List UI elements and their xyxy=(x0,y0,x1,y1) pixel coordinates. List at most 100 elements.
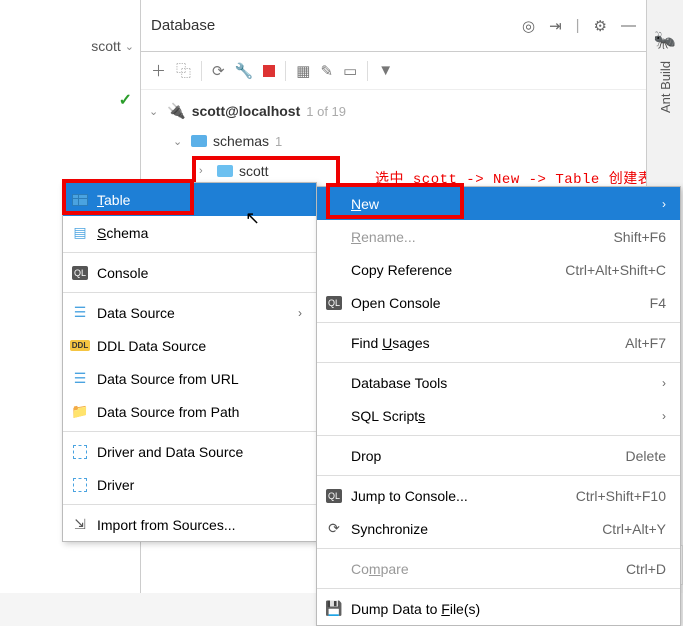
menu-label: Data Source xyxy=(97,305,290,321)
shortcut: Ctrl+Alt+Y xyxy=(602,521,666,537)
blank-icon xyxy=(325,334,343,352)
menu-separator xyxy=(63,252,316,253)
console-icon: QL xyxy=(326,296,342,310)
chevron-down-icon: ⌄ xyxy=(149,105,161,118)
menu-data-source-url[interactable]: ☰ Data Source from URL xyxy=(63,362,316,395)
menu-copy-reference[interactable]: Copy Reference Ctrl+Alt+Shift+C xyxy=(317,253,680,286)
table-icon[interactable]: ▦ xyxy=(296,62,310,80)
menu-find-usages[interactable]: Find Usages Alt+F7 xyxy=(317,326,680,359)
menu-separator xyxy=(317,548,680,549)
menu-rename: Rename... Shift+F6 xyxy=(317,220,680,253)
menu-label: SQL Scripts xyxy=(351,408,654,424)
driver-icon xyxy=(73,478,87,492)
menu-label: DDL Data Source xyxy=(97,338,302,354)
chevron-down-icon: ⌄ xyxy=(173,135,185,148)
target-icon[interactable]: ◎ xyxy=(522,17,535,35)
left-tab-scott[interactable]: scott ⌄ xyxy=(91,38,134,54)
menu-open-console[interactable]: QL Open Console F4 xyxy=(317,286,680,319)
panel-title: Database xyxy=(151,17,215,34)
menu-schema[interactable]: ▤ Schema xyxy=(63,216,316,249)
menu-sql-scripts[interactable]: SQL Scripts › xyxy=(317,399,680,432)
menu-driver-data-source[interactable]: Driver and Data Source xyxy=(63,435,316,468)
ant-build-label[interactable]: Ant Build xyxy=(658,61,673,113)
separator xyxy=(201,61,202,81)
menu-label: Dump Data to File(s) xyxy=(351,601,666,617)
chevron-right-icon: › xyxy=(662,197,666,211)
left-tab-label: scott xyxy=(91,38,121,54)
separator xyxy=(367,61,368,81)
blank-icon xyxy=(325,195,343,213)
chevron-right-icon: › xyxy=(298,306,302,320)
menu-label: Data Source from URL xyxy=(97,371,302,387)
menu-data-source[interactable]: ☰ Data Source › xyxy=(63,296,316,329)
blank-icon xyxy=(325,374,343,392)
menu-separator xyxy=(63,431,316,432)
tree-schemas[interactable]: ⌄ schemas 1 xyxy=(149,126,646,156)
menu-console[interactable]: QL Console xyxy=(63,256,316,289)
menu-drop[interactable]: Drop Delete xyxy=(317,439,680,472)
menu-label: Import from Sources... xyxy=(97,517,302,533)
schema-label: scott xyxy=(239,163,269,179)
sql-icon[interactable]: ▭ xyxy=(343,62,357,80)
menu-import-sources[interactable]: ⇲ Import from Sources... xyxy=(63,508,316,541)
menu-separator xyxy=(317,435,680,436)
chevron-down-icon: ⌄ xyxy=(125,40,134,53)
tree-connection[interactable]: ⌄ 🔌 scott@localhost 1 of 19 xyxy=(149,96,646,126)
menu-new[interactable]: New › xyxy=(317,187,680,220)
save-icon: 💾 xyxy=(325,600,343,618)
menu-table[interactable]: Table xyxy=(63,183,316,216)
menu-jump-console[interactable]: QL Jump to Console... Ctrl+Shift+F10 xyxy=(317,479,680,512)
copy-icon[interactable]: ⿻ xyxy=(176,60,191,81)
menu-label: Console xyxy=(97,265,302,281)
menu-label: Schema xyxy=(97,225,302,241)
menu-separator xyxy=(317,475,680,476)
split-icon[interactable]: ⇥ xyxy=(549,17,562,35)
header-icons: ◎ ⇥ | ⚙ — xyxy=(522,17,636,35)
gear-icon[interactable]: ⚙ xyxy=(594,17,607,35)
table-icon xyxy=(72,194,88,206)
blank-icon xyxy=(325,560,343,578)
import-icon: ⇲ xyxy=(71,516,89,534)
shortcut: Alt+F7 xyxy=(625,335,666,351)
stop-icon[interactable] xyxy=(263,65,275,77)
driver-icon xyxy=(73,445,87,459)
menu-driver[interactable]: Driver xyxy=(63,468,316,501)
minimize-icon[interactable]: — xyxy=(621,17,636,34)
connection-count: 1 of 19 xyxy=(306,104,346,119)
divider-icon: | xyxy=(576,17,580,34)
add-icon[interactable]: ＋ xyxy=(151,60,166,81)
menu-separator xyxy=(317,362,680,363)
menu-label: Open Console xyxy=(351,295,642,311)
menu-ddl-data-source[interactable]: DDL DDL Data Source xyxy=(63,329,316,362)
context-menu: New › Rename... Shift+F6 Copy Reference … xyxy=(316,186,681,626)
menu-label: Data Source from Path xyxy=(97,404,302,420)
connection-icon: 🔌 xyxy=(167,102,186,120)
chevron-right-icon: › xyxy=(662,409,666,423)
ant-icon[interactable]: 🐜 xyxy=(647,30,683,51)
menu-label: Find Usages xyxy=(351,335,617,351)
blank-icon xyxy=(325,261,343,279)
menu-label: Database Tools xyxy=(351,375,654,391)
filter-icon[interactable]: ▼ xyxy=(378,62,393,79)
menu-label: Synchronize xyxy=(351,521,594,537)
menu-dump-data[interactable]: 💾 Dump Data to File(s) xyxy=(317,592,680,625)
folder-icon: 📁 xyxy=(71,403,89,421)
database-toolbar: ＋ ⿻ ⟳ 🔧 ▦ ✎ ▭ ▼ xyxy=(141,52,646,90)
menu-separator xyxy=(317,322,680,323)
ddl-icon: DDL xyxy=(70,340,90,351)
wrench-icon[interactable]: 🔧 xyxy=(235,62,254,80)
schema-icon: ▤ xyxy=(71,224,89,242)
separator xyxy=(285,61,286,81)
edit-icon[interactable]: ✎ xyxy=(320,62,333,80)
refresh-icon[interactable]: ⟳ xyxy=(212,62,225,80)
shortcut: Shift+F6 xyxy=(613,229,666,245)
console-icon: QL xyxy=(72,266,88,280)
shortcut: F4 xyxy=(650,295,666,311)
menu-data-source-path[interactable]: 📁 Data Source from Path xyxy=(63,395,316,428)
menu-synchronize[interactable]: ⟳ Synchronize Ctrl+Alt+Y xyxy=(317,512,680,545)
chevron-right-icon: › xyxy=(199,165,211,177)
datasource-icon: ☰ xyxy=(71,370,89,388)
menu-database-tools[interactable]: Database Tools › xyxy=(317,366,680,399)
menu-label: Drop xyxy=(351,448,618,464)
menu-separator xyxy=(317,588,680,589)
